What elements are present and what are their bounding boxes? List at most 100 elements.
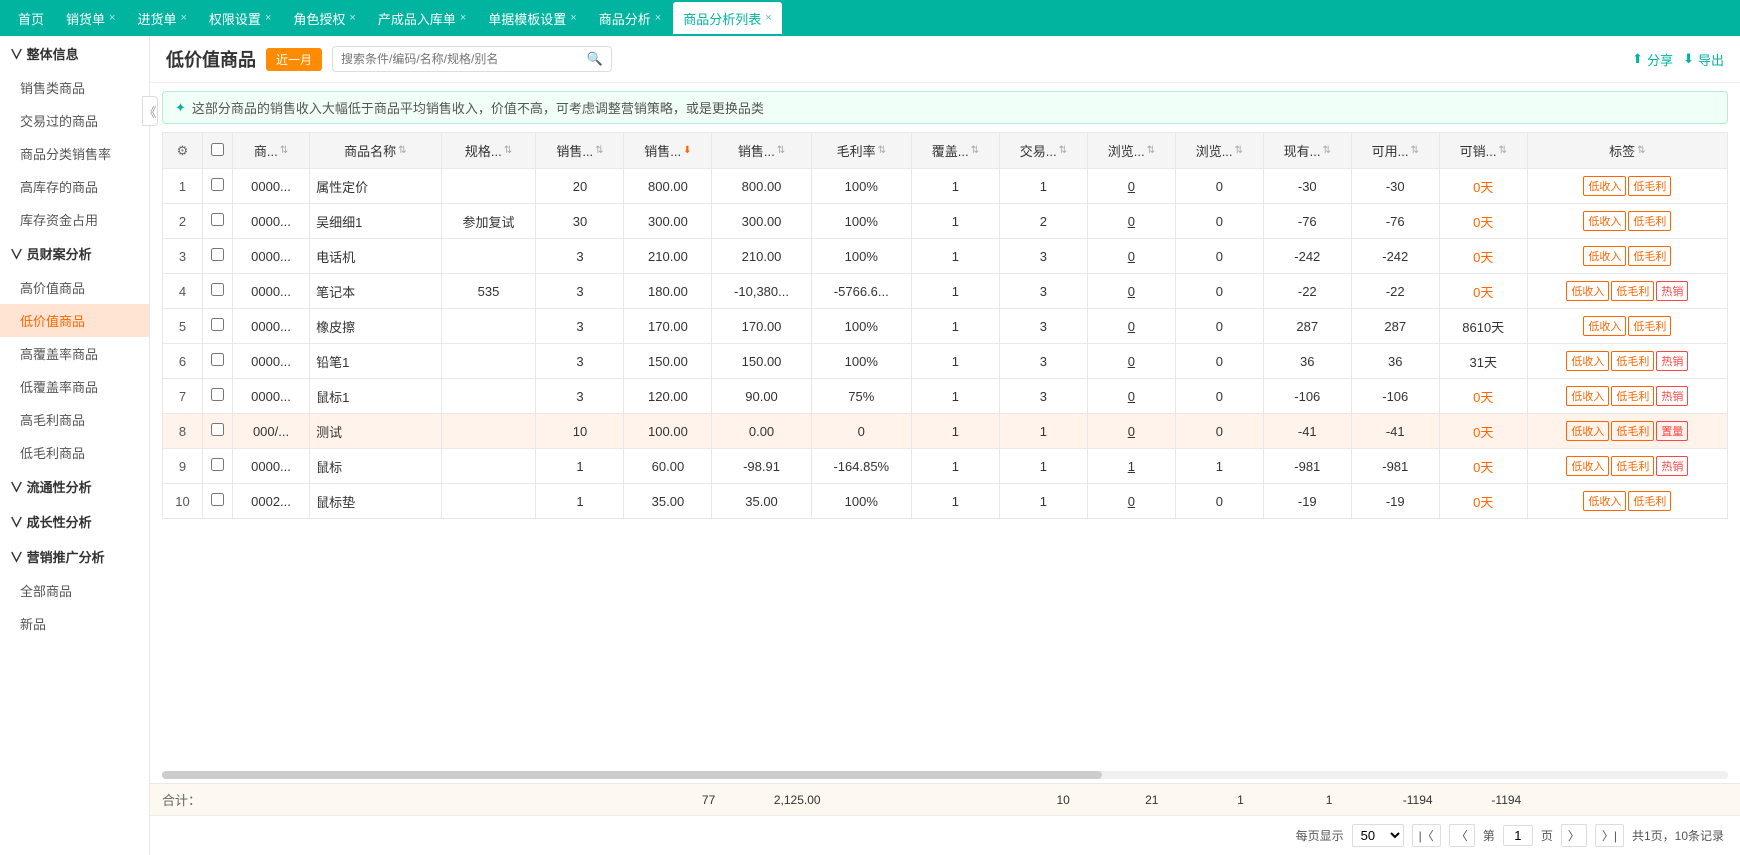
col-sale-qty[interactable]: 销售...⇅ [536, 133, 624, 169]
row-checkbox[interactable] [203, 379, 233, 414]
first-page-btn[interactable]: |〈 [1412, 824, 1441, 847]
row-check[interactable] [211, 283, 224, 296]
col-browse1[interactable]: 浏览...⇅ [1087, 133, 1175, 169]
col-name[interactable]: 商品名称⇅ [310, 133, 441, 169]
nav-sales[interactable]: 销货单 × [56, 2, 125, 34]
sidebar-item-stock-funds[interactable]: 库存资金占用 [0, 203, 149, 236]
close-icon[interactable]: × [655, 12, 661, 24]
row-check[interactable] [211, 353, 224, 366]
close-icon[interactable]: × [460, 12, 466, 24]
browse-link[interactable]: 0 [1128, 354, 1135, 369]
row-browse1[interactable]: 1 [1087, 449, 1175, 484]
sidebar-group-flow[interactable]: ∨ 流通性分析 [0, 469, 149, 504]
col-spec[interactable]: 规格...⇅ [441, 133, 536, 169]
col-gross[interactable]: 毛利率⇅ [811, 133, 911, 169]
sidebar-item-new-products[interactable]: 新品 [0, 607, 149, 640]
sidebar-item-category-rate[interactable]: 商品分类销售率 [0, 137, 149, 170]
browse-link[interactable]: 0 [1128, 494, 1135, 509]
sidebar-item-low-value[interactable]: 低价值商品 [0, 304, 149, 337]
sidebar-group-overview[interactable]: ∨ 整体信息 [0, 36, 149, 71]
sidebar-toggle[interactable]: 《 [142, 96, 158, 126]
row-check[interactable] [211, 388, 224, 401]
row-browse1[interactable]: 0 [1087, 169, 1175, 204]
sidebar-item-sales-products[interactable]: 销售类商品 [0, 71, 149, 104]
row-check[interactable] [211, 248, 224, 261]
sidebar-item-high-profit[interactable]: 高毛利商品 [0, 403, 149, 436]
col-tags[interactable]: 标签⇅ [1527, 133, 1727, 169]
sidebar-item-high-stock[interactable]: 高库存的商品 [0, 170, 149, 203]
browse-link[interactable]: 0 [1128, 319, 1135, 334]
nav-purchase[interactable]: 进货单 × [127, 2, 196, 34]
nav-role[interactable]: 角色授权 × [283, 2, 365, 34]
close-icon[interactable]: × [265, 12, 271, 24]
browse-link[interactable]: 0 [1128, 284, 1135, 299]
sidebar-group-growth[interactable]: ∨ 成长性分析 [0, 504, 149, 539]
browse-link[interactable]: 0 [1128, 179, 1135, 194]
close-icon[interactable]: × [349, 12, 355, 24]
close-icon[interactable]: × [180, 12, 186, 24]
col-sale2[interactable]: 销售...⇅ [712, 133, 811, 169]
row-browse1[interactable]: 0 [1087, 344, 1175, 379]
col-stock[interactable]: 现有...⇅ [1263, 133, 1351, 169]
sidebar-item-low-coverage[interactable]: 低覆盖率商品 [0, 370, 149, 403]
browse-link[interactable]: 0 [1128, 424, 1135, 439]
row-browse1[interactable]: 0 [1087, 309, 1175, 344]
row-browse1[interactable]: 0 [1087, 204, 1175, 239]
row-browse1[interactable]: 0 [1087, 274, 1175, 309]
close-icon[interactable]: × [765, 12, 771, 24]
row-check[interactable] [211, 178, 224, 191]
col-trade[interactable]: 交易...⇅ [999, 133, 1087, 169]
row-check[interactable] [211, 213, 224, 226]
nav-analysis-list[interactable]: 商品分析列表 × [673, 2, 781, 34]
select-all-checkbox[interactable] [211, 143, 224, 156]
prev-page-btn[interactable]: 〈 [1449, 824, 1475, 847]
row-checkbox[interactable] [203, 309, 233, 344]
search-input[interactable] [341, 52, 587, 66]
scrollbar-thumb[interactable] [162, 771, 1102, 779]
close-icon[interactable]: × [109, 12, 115, 24]
col-cover[interactable]: 覆盖...⇅ [911, 133, 999, 169]
sidebar-item-high-coverage[interactable]: 高覆盖率商品 [0, 337, 149, 370]
nav-home[interactable]: 首页 [8, 2, 54, 34]
col-browse2[interactable]: 浏览...⇅ [1175, 133, 1263, 169]
col-settings[interactable]: ⚙ [163, 133, 203, 169]
row-browse1[interactable]: 0 [1087, 239, 1175, 274]
sidebar-item-low-profit[interactable]: 低毛利商品 [0, 436, 149, 469]
row-checkbox[interactable] [203, 414, 233, 449]
row-check[interactable] [211, 458, 224, 471]
browse-link[interactable]: 0 [1128, 249, 1135, 264]
row-checkbox[interactable] [203, 274, 233, 309]
next-page-btn[interactable]: 〉 [1561, 824, 1587, 847]
page-input[interactable] [1503, 825, 1533, 846]
share-btn[interactable]: ⬆ 分享 [1632, 50, 1673, 69]
nav-product-analysis[interactable]: 商品分析 × [589, 2, 671, 34]
table-container[interactable]: ⚙ 商...⇅ 商品名称⇅ 规格...⇅ 销售...⇅ 销售...⬇ 销售...… [150, 132, 1740, 771]
col-checkbox[interactable] [203, 133, 233, 169]
nav-template[interactable]: 单据模板设置 × [478, 2, 586, 34]
col-days[interactable]: 可销...⇅ [1439, 133, 1527, 169]
per-page-select[interactable]: 50 100 200 [1352, 824, 1404, 847]
row-checkbox[interactable] [203, 204, 233, 239]
col-sale1[interactable]: 销售...⬇ [624, 133, 712, 169]
col-avail[interactable]: 可用...⇅ [1351, 133, 1439, 169]
sidebar-item-traded-products[interactable]: 交易过的商品 [0, 104, 149, 137]
row-checkbox[interactable] [203, 239, 233, 274]
sidebar-group-finance[interactable]: ∨ 员财案分析 [0, 236, 149, 271]
browse-link[interactable]: 0 [1128, 389, 1135, 404]
horizontal-scrollbar[interactable] [162, 771, 1728, 779]
search-icon[interactable]: 🔍 [587, 51, 603, 67]
sidebar-item-all-products[interactable]: 全部商品 [0, 574, 149, 607]
nav-permission[interactable]: 权限设置 × [199, 2, 281, 34]
row-checkbox[interactable] [203, 484, 233, 519]
row-checkbox[interactable] [203, 169, 233, 204]
row-checkbox[interactable] [203, 449, 233, 484]
filter-btn[interactable]: 近一月 [266, 48, 322, 71]
nav-stock-in[interactable]: 产成品入库单 × [368, 2, 476, 34]
row-check[interactable] [211, 493, 224, 506]
sidebar-group-marketing[interactable]: ∨ 营销推广分析 [0, 539, 149, 574]
row-browse1[interactable]: 0 [1087, 414, 1175, 449]
close-icon[interactable]: × [570, 12, 576, 24]
row-browse1[interactable]: 0 [1087, 484, 1175, 519]
sidebar-item-high-value[interactable]: 高价值商品 [0, 271, 149, 304]
row-check[interactable] [211, 423, 224, 436]
